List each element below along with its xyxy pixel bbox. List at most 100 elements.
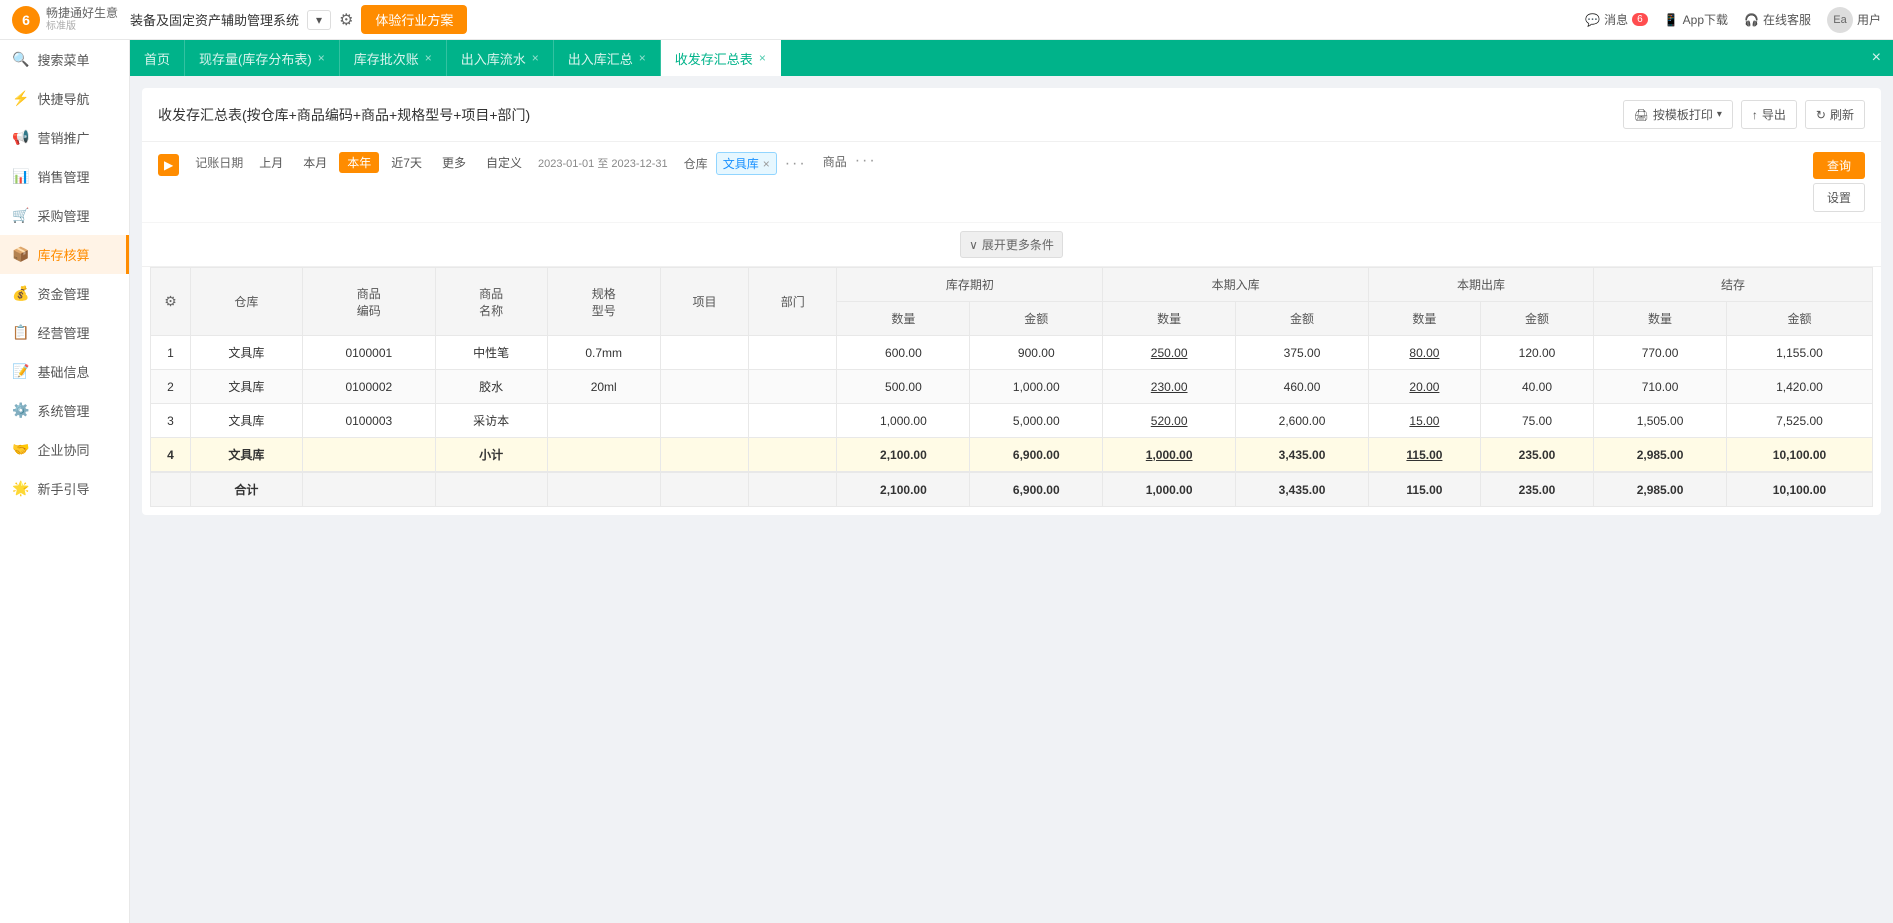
cell-goods-name: 小计 bbox=[435, 438, 547, 473]
tab-close-in-out-flow[interactable]: × bbox=[532, 51, 539, 65]
cell-warehouse: 文具库 bbox=[191, 370, 303, 404]
expand-more-button[interactable]: ∨ 展开更多条件 bbox=[960, 231, 1063, 258]
date-btn-thismonth[interactable]: 本月 bbox=[295, 152, 335, 173]
top-bar: 6 畅捷通好生意 标准版 装备及固定资产辅助管理系统 ▾ ⚙ 体验行业方案 💬 … bbox=[0, 0, 1893, 40]
tab-close-in-out-summary[interactable]: × bbox=[639, 51, 646, 65]
tab-in-out-flow[interactable]: 出入库流水 × bbox=[447, 40, 554, 76]
date-range: 2023-01-01 至 2023-12-31 bbox=[538, 155, 668, 171]
cell-project bbox=[660, 336, 748, 370]
cell-dept bbox=[749, 404, 837, 438]
sidebar-item-quicknav[interactable]: ⚡ 快捷导航 bbox=[0, 79, 129, 118]
cell-goods-name: 采访本 bbox=[435, 404, 547, 438]
cell-open-qty: 1,000.00 bbox=[837, 404, 970, 438]
cell-bal-amt: 1,420.00 bbox=[1726, 370, 1872, 404]
sidebar-item-basicinfo[interactable]: 📝 基础信息 bbox=[0, 352, 129, 391]
cell-no: 4 bbox=[151, 438, 191, 473]
sidebar-item-purchase[interactable]: 🛒 采购管理 bbox=[0, 196, 129, 235]
goods-filter-section: 商品 ··· bbox=[823, 152, 877, 170]
tab-close-stock-dist[interactable]: × bbox=[318, 51, 325, 65]
trial-button[interactable]: 体验行业方案 bbox=[361, 5, 467, 34]
refresh-icon: ↻ bbox=[1816, 108, 1826, 122]
logo-area: 6 畅捷通好生意 标准版 bbox=[12, 6, 118, 34]
cell-open-qty: 500.00 bbox=[837, 370, 970, 404]
cell-bal-amt: 1,155.00 bbox=[1726, 336, 1872, 370]
date-btn-thisyear[interactable]: 本年 bbox=[339, 152, 379, 173]
cell-in-qty[interactable]: 1,000.00 bbox=[1103, 438, 1236, 473]
cell-goods-code bbox=[302, 438, 435, 473]
cell-project bbox=[660, 404, 748, 438]
cell-no: 3 bbox=[151, 404, 191, 438]
cell-bal-qty: 2,985.00 bbox=[1594, 438, 1727, 473]
tab-close-recv-send[interactable]: × bbox=[759, 51, 766, 65]
query-button[interactable]: 查询 bbox=[1813, 152, 1865, 179]
setting-button[interactable]: 设置 bbox=[1813, 183, 1865, 212]
sidebar-item-sales[interactable]: 📊 销售管理 bbox=[0, 157, 129, 196]
filter-container: ▶ 记账日期 上月 本月 本年 近7天 更多 自定义 bbox=[142, 142, 1881, 267]
filter-expand-arrow[interactable]: ▶ bbox=[158, 154, 179, 176]
refresh-button[interactable]: ↻ 刷新 bbox=[1805, 100, 1865, 129]
app-download-button[interactable]: 📱 App下载 bbox=[1664, 11, 1728, 28]
footer-empty-6 bbox=[749, 472, 837, 507]
footer-bal-amt: 10,100.00 bbox=[1726, 472, 1872, 507]
export-button[interactable]: ↑ 导出 bbox=[1741, 100, 1797, 129]
tab-batch-ledger[interactable]: 库存批次账 × bbox=[340, 40, 447, 76]
tab-in-out-summary[interactable]: 出入库汇总 × bbox=[554, 40, 661, 76]
sidebar-item-marketing[interactable]: 📢 营销推广 bbox=[0, 118, 129, 157]
logo-icon: 6 bbox=[12, 6, 40, 34]
cell-out-qty[interactable]: 80.00 bbox=[1368, 336, 1480, 370]
tab-close-batch-ledger[interactable]: × bbox=[425, 51, 432, 65]
footer-empty-5 bbox=[660, 472, 748, 507]
cell-in-qty[interactable]: 250.00 bbox=[1103, 336, 1236, 370]
date-btn-custom[interactable]: 自定义 bbox=[478, 152, 530, 173]
tab-stock-dist[interactable]: 现存量(库存分布表) × bbox=[185, 40, 340, 76]
date-btn-lastmonth[interactable]: 上月 bbox=[251, 152, 291, 173]
sidebar-item-operations[interactable]: 📋 经营管理 bbox=[0, 313, 129, 352]
th-open-amt: 金额 bbox=[970, 302, 1103, 336]
tab-home[interactable]: 首页 bbox=[130, 40, 185, 76]
print-button[interactable]: 🖨 按模板打印 ▾ bbox=[1623, 100, 1733, 129]
warehouse-label: 仓库 bbox=[684, 155, 708, 172]
close-all-tabs[interactable]: × bbox=[1860, 49, 1893, 67]
sidebar: 🔍 搜索菜单 ⚡ 快捷导航 📢 营销推广 📊 销售管理 🛒 采购管理 📦 bbox=[0, 40, 130, 923]
goods-label: 商品 bbox=[823, 153, 847, 170]
cell-in-amt: 460.00 bbox=[1236, 370, 1369, 404]
warehouse-more-btn[interactable]: ··· bbox=[785, 155, 807, 173]
th-bal-qty: 数量 bbox=[1594, 302, 1727, 336]
cell-in-qty[interactable]: 230.00 bbox=[1103, 370, 1236, 404]
cell-bal-amt: 7,525.00 bbox=[1726, 404, 1872, 438]
footer-empty-4 bbox=[547, 472, 660, 507]
system-dropdown[interactable]: ▾ bbox=[307, 10, 331, 30]
user-area[interactable]: Ea 用户 bbox=[1827, 7, 1881, 33]
sidebar-item-inventory[interactable]: 📦 库存核算 bbox=[0, 235, 129, 274]
cell-out-qty[interactable]: 115.00 bbox=[1368, 438, 1480, 473]
phone-icon: 📱 bbox=[1664, 13, 1679, 27]
chevron-down-icon: ▾ bbox=[1717, 109, 1722, 120]
online-service-button[interactable]: 🎧 在线客服 bbox=[1744, 11, 1811, 28]
sidebar-item-guide[interactable]: 🌟 新手引导 bbox=[0, 469, 129, 508]
goods-more-btn[interactable]: ··· bbox=[855, 152, 877, 170]
warehouse-tag-close[interactable]: × bbox=[763, 157, 770, 171]
system-title: 装备及固定资产辅助管理系统 bbox=[130, 10, 299, 29]
sidebar-item-cooperation[interactable]: 🤝 企业协同 bbox=[0, 430, 129, 469]
tab-recv-send[interactable]: 收发存汇总表 × bbox=[661, 40, 781, 76]
sidebar-item-system[interactable]: ⚙️ 系统管理 bbox=[0, 391, 129, 430]
table-settings-icon[interactable]: ⚙ bbox=[164, 293, 177, 309]
sidebar-item-search[interactable]: 🔍 搜索菜单 bbox=[0, 40, 129, 79]
footer-in-amt: 3,435.00 bbox=[1236, 472, 1369, 507]
cell-out-qty[interactable]: 15.00 bbox=[1368, 404, 1480, 438]
cell-project bbox=[660, 370, 748, 404]
sidebar-item-capital[interactable]: 💰 资金管理 bbox=[0, 274, 129, 313]
message-button[interactable]: 💬 消息 6 bbox=[1585, 11, 1648, 28]
cell-in-qty[interactable]: 520.00 bbox=[1103, 404, 1236, 438]
table-row: 4文具库小计2,100.006,900.001,000.003,435.0011… bbox=[151, 438, 1873, 473]
cart-icon: 🛒 bbox=[12, 207, 29, 224]
footer-empty-1 bbox=[151, 472, 191, 507]
date-btn-more[interactable]: 更多 bbox=[434, 152, 474, 173]
cell-out-qty[interactable]: 20.00 bbox=[1368, 370, 1480, 404]
th-opening-group: 库存期初 bbox=[837, 268, 1103, 302]
date-btn-7days[interactable]: 近7天 bbox=[383, 152, 430, 173]
cell-bal-amt: 10,100.00 bbox=[1726, 438, 1872, 473]
cell-out-amt: 120.00 bbox=[1480, 336, 1593, 370]
chevron-down-icon: ∨ bbox=[969, 238, 978, 252]
settings-icon[interactable]: ⚙ bbox=[339, 10, 353, 30]
